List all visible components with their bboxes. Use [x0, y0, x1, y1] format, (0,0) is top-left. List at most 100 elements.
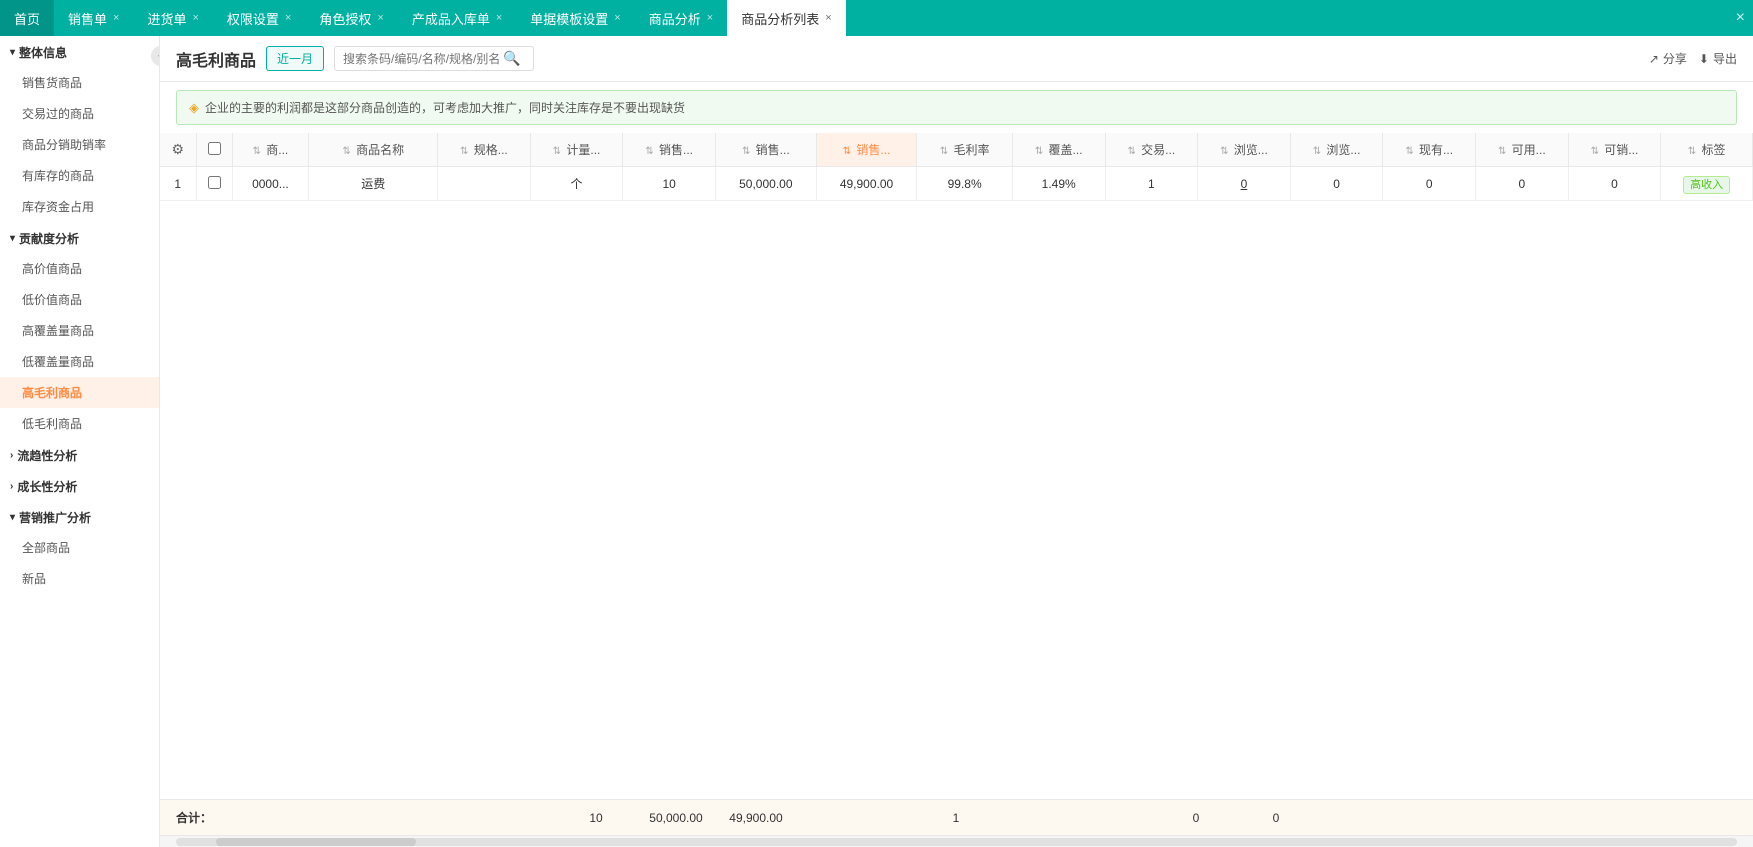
nav-permission-settings[interactable]: 权限设置 ×: [213, 0, 305, 36]
sidebar-item-new-goods[interactable]: 新品: [0, 563, 159, 594]
sidebar-group-contribution[interactable]: ▾ 贡献度分析: [0, 222, 159, 253]
sidebar-item-low-value[interactable]: 低价值商品: [0, 284, 159, 315]
cell-browse2: 0: [1290, 167, 1383, 201]
nav-product-stock[interactable]: 产成品入库单 ×: [398, 0, 516, 36]
sidebar-group-marketing[interactable]: ▾ 营销推广分析: [0, 501, 159, 532]
sidebar-item-traded-goods[interactable]: 交易过的商品: [0, 98, 159, 129]
col-current-stock[interactable]: ⇅ 现有...: [1383, 133, 1476, 167]
sort-icon-coverage: ⇅: [1035, 146, 1043, 157]
nav-product-analysis-list[interactable]: 商品分析列表 ×: [727, 0, 845, 36]
row-checkbox[interactable]: [208, 176, 221, 189]
sidebar-item-distribution-rate[interactable]: 商品分销助销率: [0, 129, 159, 160]
search-box: 🔍: [334, 46, 534, 71]
search-input[interactable]: [343, 52, 503, 66]
col-browse2[interactable]: ⇅ 浏览...: [1290, 133, 1383, 167]
col-checkbox: [196, 133, 232, 167]
close-permission-settings[interactable]: ×: [285, 12, 291, 24]
cell-sales-amount: 50,000.00: [715, 167, 816, 201]
sidebar-item-all-goods[interactable]: 全部商品: [0, 532, 159, 563]
col-gear[interactable]: ⚙: [160, 133, 196, 167]
cell-current-stock: 0: [1383, 167, 1476, 201]
col-coverage[interactable]: ⇅ 覆盖...: [1012, 133, 1105, 167]
sort-icon-available: ⇅: [1498, 146, 1506, 157]
close-product-analysis-list[interactable]: ×: [825, 12, 831, 24]
col-sales-amount[interactable]: ⇅ 销售...: [715, 133, 816, 167]
cell-name: 运费: [309, 167, 438, 201]
sidebar-item-high-value[interactable]: 高价值商品: [0, 253, 159, 284]
close-role-auth[interactable]: ×: [377, 12, 383, 24]
sidebar-group-trend[interactable]: › 流趋性分析: [0, 439, 159, 470]
close-all-tabs[interactable]: ×: [1736, 9, 1745, 27]
sort-icon-unit: ⇅: [553, 146, 561, 157]
sort-icon-browse1: ⇅: [1220, 146, 1228, 157]
sidebar-item-high-margin[interactable]: 高毛利商品: [0, 377, 159, 408]
cell-code: 0000...: [232, 167, 309, 201]
sort-icon-sales-amt: ⇅: [742, 146, 750, 157]
close-sales-order[interactable]: ×: [113, 12, 119, 24]
sort-icon-name: ⇅: [342, 146, 350, 157]
close-product-stock[interactable]: ×: [496, 12, 502, 24]
search-icon[interactable]: 🔍: [503, 50, 520, 67]
gear-icon[interactable]: ⚙: [171, 141, 184, 157]
col-spec[interactable]: ⇅ 规格...: [438, 133, 531, 167]
nav-product-analysis[interactable]: 商品分析 ×: [635, 0, 727, 36]
footer-spacer1: [256, 811, 556, 825]
arrow-overall: ▾: [10, 47, 15, 58]
col-sales-profit[interactable]: ⇅ 销售...: [816, 133, 917, 167]
sort-icon-browse2: ⇅: [1313, 146, 1321, 157]
col-browse1[interactable]: ⇅ 浏览...: [1198, 133, 1291, 167]
close-product-analysis[interactable]: ×: [707, 12, 713, 24]
content-header: 高毛利商品 近一月 🔍 ↗ 分享 ⬇ 导出: [160, 36, 1753, 82]
cell-spec: [438, 167, 531, 201]
sidebar-item-sales-goods[interactable]: 销售货商品: [0, 67, 159, 98]
browse1-link[interactable]: 0: [1241, 177, 1248, 191]
sort-icon-trans: ⇅: [1127, 146, 1135, 157]
nav-home[interactable]: 首页: [0, 0, 54, 36]
footer-sales-qty: 10: [556, 811, 636, 825]
table-row: 1 0000... 运费 个 10 50,000.00 49,900.00 99…: [160, 167, 1753, 201]
sidebar-item-inventory-capital[interactable]: 库存资金占用: [0, 191, 159, 222]
sidebar-item-high-coverage[interactable]: 高覆盖量商品: [0, 315, 159, 346]
select-all-checkbox[interactable]: [208, 142, 221, 155]
scrollbar-track[interactable]: [176, 838, 1737, 846]
cell-browse1[interactable]: 0: [1198, 167, 1291, 201]
col-gross-margin[interactable]: ⇅ 毛利率: [917, 133, 1013, 167]
col-code[interactable]: ⇅ 商...: [232, 133, 309, 167]
col-tag[interactable]: ⇅ 标签: [1661, 133, 1753, 167]
footer-spacer2: [796, 811, 916, 825]
footer-sales-profit: 49,900.00: [716, 811, 796, 825]
nav-sales-order[interactable]: 销售单 ×: [54, 0, 133, 36]
arrow-growth: ›: [10, 481, 13, 492]
sidebar-group-growth[interactable]: › 成长性分析: [0, 470, 159, 501]
export-icon: ⬇: [1699, 52, 1709, 66]
share-button[interactable]: ↗ 分享: [1649, 50, 1687, 67]
bottom-scrollbar: [160, 835, 1753, 847]
col-sellable[interactable]: ⇅ 可销...: [1568, 133, 1661, 167]
sidebar-item-low-margin[interactable]: 低毛利商品: [0, 408, 159, 439]
col-sales-qty[interactable]: ⇅ 销售...: [623, 133, 716, 167]
sidebar-group-overall[interactable]: ▾ 整体信息: [0, 36, 159, 67]
arrow-trend: ›: [10, 450, 13, 461]
col-available[interactable]: ⇅ 可用...: [1476, 133, 1569, 167]
sidebar-item-low-coverage[interactable]: 低覆盖量商品: [0, 346, 159, 377]
nav-purchase-order[interactable]: 进货单 ×: [133, 0, 212, 36]
export-button[interactable]: ⬇ 导出: [1699, 50, 1737, 67]
col-transactions[interactable]: ⇅ 交易...: [1105, 133, 1198, 167]
cell-sales-profit: 49,900.00: [816, 167, 917, 201]
footer-label: 合计：: [176, 809, 256, 826]
sort-icon-profit: ⇅: [843, 146, 851, 157]
sort-icon-spec: ⇅: [460, 146, 468, 157]
close-purchase-order[interactable]: ×: [192, 12, 198, 24]
cell-sales-qty: 10: [623, 167, 716, 201]
info-text: 企业的主要的利润都是这部分商品创造的，可考虑加大推广，同时关注库存是不要出现缺货: [205, 99, 685, 116]
footer-total-row: 合计： 10 50,000.00 49,900.00 1 0 0: [160, 799, 1753, 835]
cell-tag: 高收入: [1661, 167, 1753, 201]
filter-recent-month[interactable]: 近一月: [266, 46, 324, 71]
col-name[interactable]: ⇅ 商品名称: [309, 133, 438, 167]
scrollbar-thumb[interactable]: [216, 838, 416, 846]
sidebar-item-in-stock-goods[interactable]: 有库存的商品: [0, 160, 159, 191]
col-unit[interactable]: ⇅ 计量...: [530, 133, 623, 167]
close-template-settings[interactable]: ×: [614, 12, 620, 24]
nav-role-auth[interactable]: 角色授权 ×: [305, 0, 397, 36]
nav-template-settings[interactable]: 单据模板设置 ×: [516, 0, 634, 36]
